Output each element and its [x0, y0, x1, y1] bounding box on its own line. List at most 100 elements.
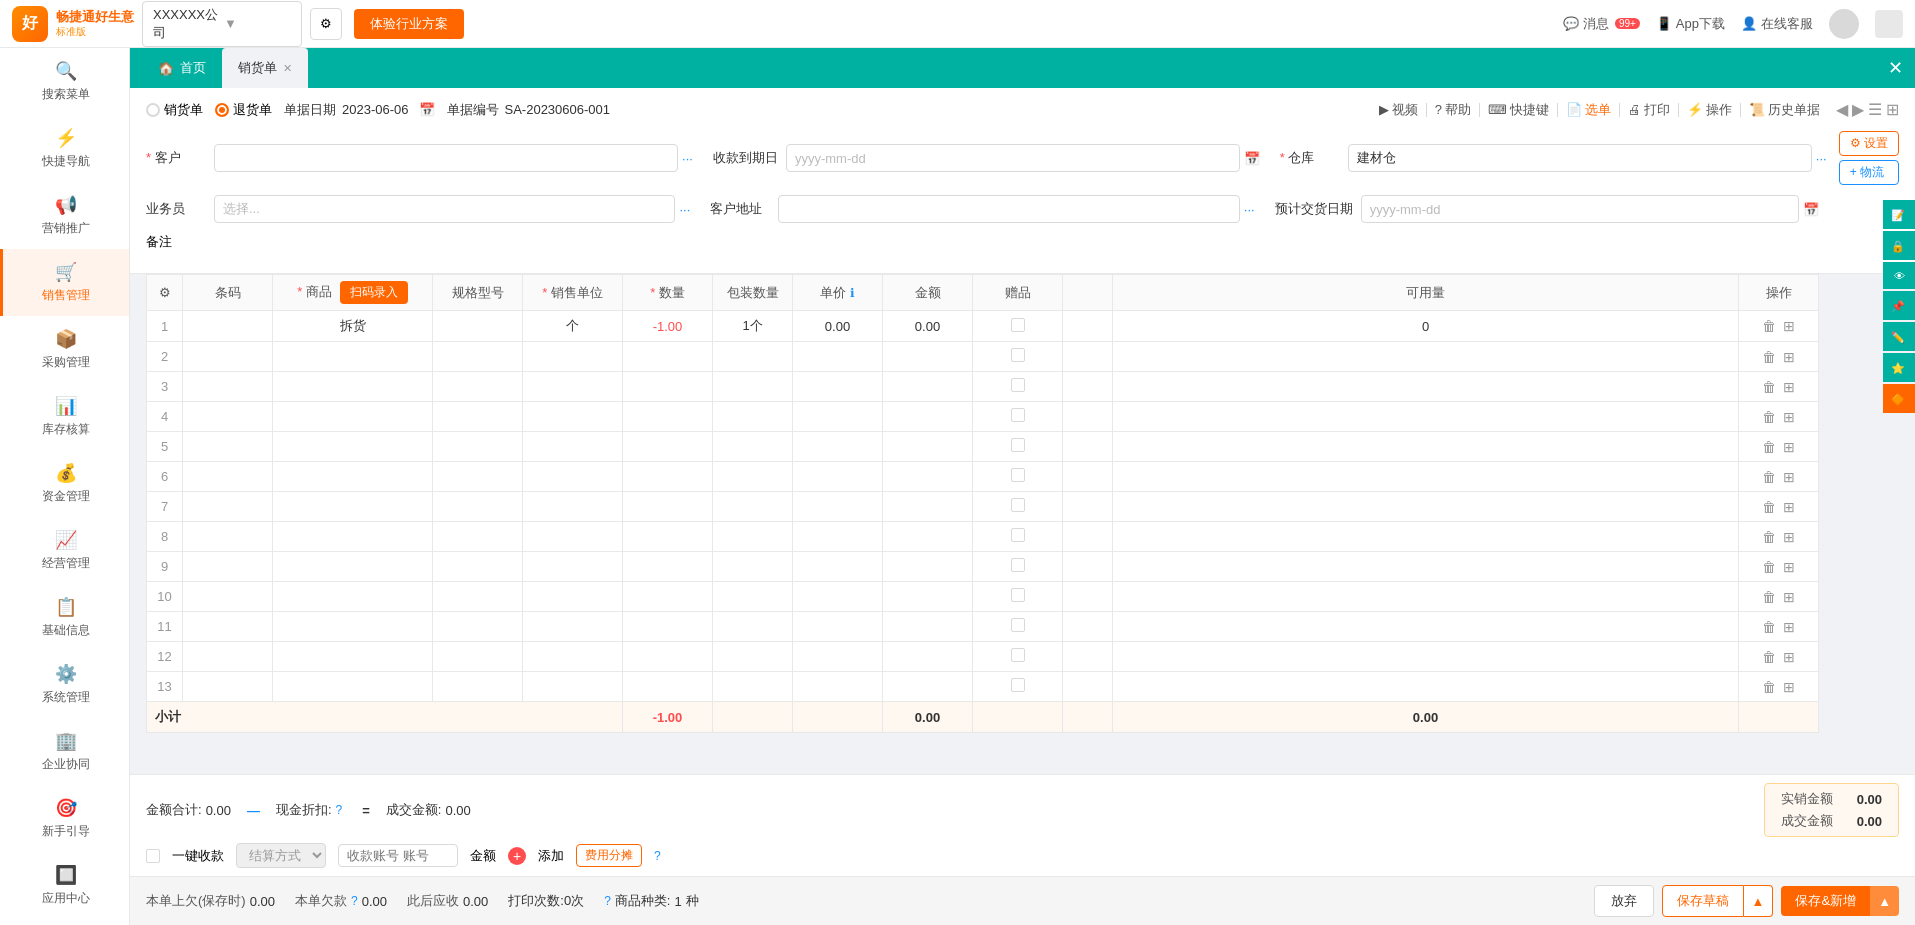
row-gift[interactable]: [973, 402, 1063, 432]
row-product[interactable]: [273, 582, 433, 612]
row-amount[interactable]: [883, 612, 973, 642]
row-unit[interactable]: [523, 432, 623, 462]
tab-home[interactable]: 🏠 首页: [142, 48, 222, 88]
view-grid-icon[interactable]: ⊞: [1886, 100, 1899, 119]
row-desc[interactable]: [1063, 492, 1113, 522]
shortcut-btn[interactable]: ⌨ 快捷键: [1488, 101, 1549, 119]
customer-addr-dots[interactable]: ···: [1244, 202, 1255, 217]
due-date-calendar-icon[interactable]: 📅: [1244, 151, 1260, 166]
radio-sales-order[interactable]: 销货单: [146, 101, 203, 119]
payment-method-select[interactable]: 结算方式: [236, 843, 326, 868]
rfp-lock-btn[interactable]: 🔒: [1883, 231, 1915, 260]
payment-checkbox[interactable]: [146, 849, 160, 863]
row-amount[interactable]: [883, 402, 973, 432]
row-amount[interactable]: [883, 582, 973, 612]
row-barcode[interactable]: [183, 432, 273, 462]
row-copy-btn[interactable]: ⊞: [1783, 679, 1795, 695]
view-list-icon[interactable]: ☰: [1868, 100, 1882, 119]
row-spec[interactable]: [433, 642, 523, 672]
row-spec[interactable]: [433, 612, 523, 642]
row-desc[interactable]: [1063, 372, 1113, 402]
sidebar-item-search[interactable]: 🔍 搜索菜单: [0, 48, 129, 115]
tab-close-icon[interactable]: ✕: [283, 62, 292, 75]
date-value[interactable]: 2023-06-06: [342, 102, 409, 117]
row-product[interactable]: 拆货: [273, 311, 433, 342]
row-copy-btn[interactable]: ⊞: [1783, 349, 1795, 365]
fee-info-icon[interactable]: ?: [654, 849, 661, 863]
row-spec[interactable]: [433, 552, 523, 582]
row-amount[interactable]: [883, 522, 973, 552]
tab-sales-order[interactable]: 销货单 ✕: [222, 48, 308, 88]
row-product[interactable]: [273, 672, 433, 702]
row-delete-btn[interactable]: 🗑: [1762, 499, 1776, 515]
debt-info-icon[interactable]: ?: [351, 894, 358, 908]
print-btn[interactable]: 🖨 打印: [1628, 101, 1670, 119]
row-qty[interactable]: -1.00: [623, 311, 713, 342]
discount-info-icon[interactable]: ?: [336, 803, 343, 817]
row-qty[interactable]: [623, 342, 713, 372]
row-pkgqty[interactable]: [713, 342, 793, 372]
row-barcode[interactable]: [183, 582, 273, 612]
row-desc[interactable]: [1063, 642, 1113, 672]
row-unit[interactable]: [523, 462, 623, 492]
row-barcode[interactable]: [183, 462, 273, 492]
row-unit[interactable]: [523, 582, 623, 612]
row-barcode[interactable]: [183, 402, 273, 432]
row-qty[interactable]: [623, 402, 713, 432]
salesperson-dots[interactable]: ···: [679, 202, 690, 217]
salesperson-input[interactable]: 选择...: [214, 195, 675, 223]
row-spec[interactable]: [433, 582, 523, 612]
fee-split-btn[interactable]: 费用分摊: [576, 844, 642, 867]
row-desc[interactable]: [1063, 311, 1113, 342]
online-support-btn[interactable]: 👤 在线客服: [1741, 15, 1813, 33]
row-price[interactable]: [793, 402, 883, 432]
row-spec[interactable]: [433, 522, 523, 552]
sidebar-item-appcenter[interactable]: 🔲 应用中心: [0, 852, 129, 919]
row-price[interactable]: [793, 462, 883, 492]
add-fee-btn[interactable]: +: [508, 847, 526, 865]
history-btn[interactable]: 📜 历史单据: [1749, 101, 1820, 119]
row-price[interactable]: [793, 612, 883, 642]
row-unit[interactable]: [523, 402, 623, 432]
warehouse-input[interactable]: 建材仓: [1348, 144, 1812, 172]
sidebar-item-finance[interactable]: 💰 资金管理: [0, 450, 129, 517]
row-qty[interactable]: [623, 492, 713, 522]
row-product[interactable]: [273, 642, 433, 672]
row-barcode[interactable]: [183, 552, 273, 582]
row-spec[interactable]: [433, 311, 523, 342]
row-barcode[interactable]: [183, 672, 273, 702]
rfp-star-btn[interactable]: ⭐: [1883, 353, 1915, 382]
row-amount[interactable]: [883, 492, 973, 522]
row-unit[interactable]: [523, 522, 623, 552]
sidebar-item-guide[interactable]: 🎯 新手引导: [0, 785, 129, 852]
row-product[interactable]: [273, 402, 433, 432]
row-price[interactable]: 0.00: [793, 311, 883, 342]
row-qty[interactable]: [623, 462, 713, 492]
row-barcode[interactable]: [183, 311, 273, 342]
sidebar-item-marketing[interactable]: 📢 营销推广: [0, 182, 129, 249]
row-pkgqty[interactable]: [713, 612, 793, 642]
rfp-notes-btn[interactable]: 📝: [1883, 200, 1915, 229]
row-desc[interactable]: [1063, 522, 1113, 552]
row-gift[interactable]: [973, 311, 1063, 342]
row-unit[interactable]: [523, 642, 623, 672]
row-spec[interactable]: [433, 342, 523, 372]
row-spec[interactable]: [433, 432, 523, 462]
row-price[interactable]: [793, 552, 883, 582]
row-price[interactable]: [793, 582, 883, 612]
row-desc[interactable]: [1063, 462, 1113, 492]
row-price[interactable]: [793, 432, 883, 462]
row-pkgqty[interactable]: [713, 402, 793, 432]
row-desc[interactable]: [1063, 552, 1113, 582]
product-kind-info-icon[interactable]: ?: [604, 894, 611, 908]
save-draft-arrow-btn[interactable]: ▲: [1744, 885, 1774, 917]
row-desc[interactable]: [1063, 402, 1113, 432]
row-delete-btn[interactable]: 🗑: [1762, 679, 1776, 695]
row-barcode[interactable]: [183, 642, 273, 672]
price-info-icon[interactable]: ℹ: [850, 286, 855, 300]
row-spec[interactable]: [433, 372, 523, 402]
video-btn[interactable]: ▶ 视频: [1379, 101, 1418, 119]
row-delete-btn[interactable]: 🗑: [1762, 469, 1776, 485]
row-spec[interactable]: [433, 462, 523, 492]
row-copy-btn[interactable]: ⊞: [1783, 439, 1795, 455]
